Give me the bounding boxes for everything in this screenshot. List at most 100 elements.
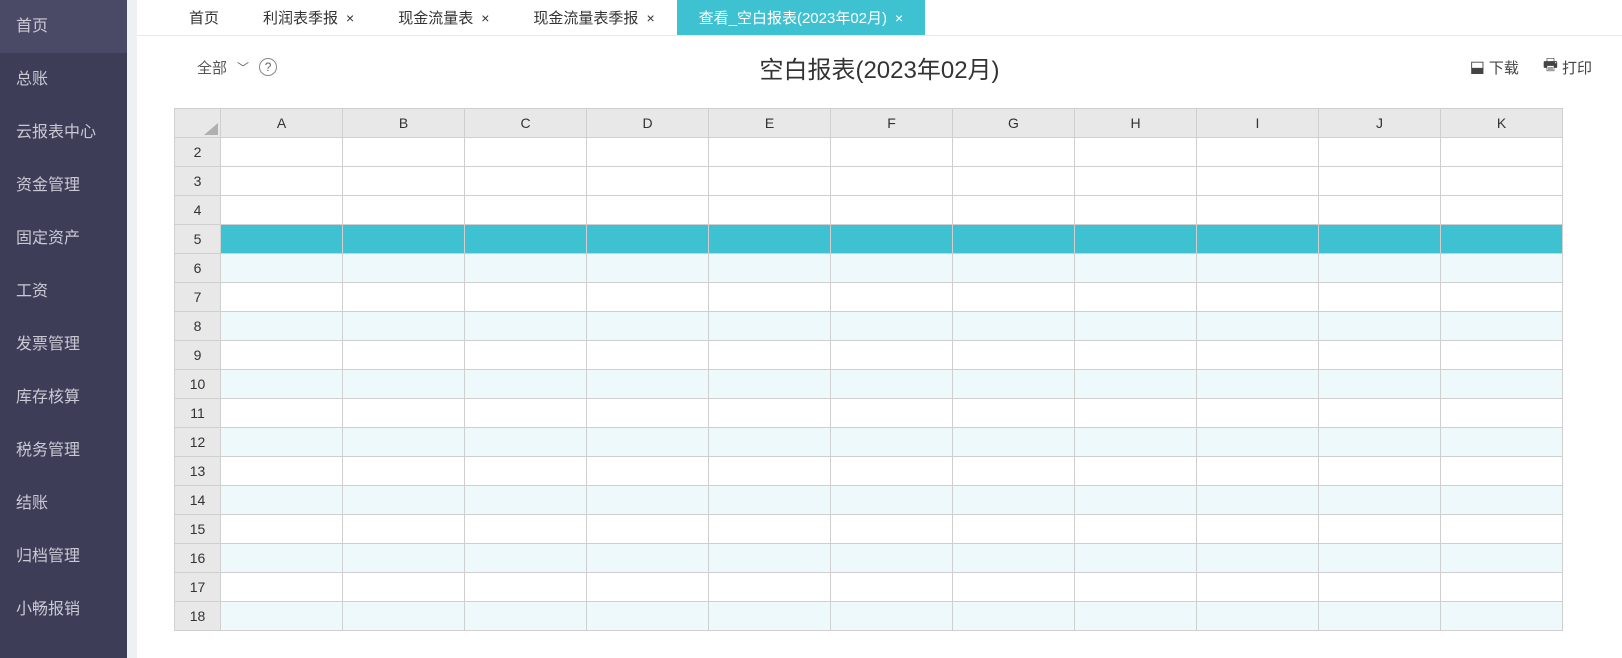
cell[interactable] (1197, 515, 1319, 544)
row-header[interactable]: 7 (175, 283, 221, 312)
cell[interactable] (221, 196, 343, 225)
cell[interactable] (1319, 370, 1441, 399)
cell[interactable] (1197, 370, 1319, 399)
tab-profit-quarterly[interactable]: 利润表季报 × (241, 0, 376, 35)
cell[interactable] (221, 486, 343, 515)
column-header[interactable]: F (831, 109, 953, 138)
cell[interactable] (465, 573, 587, 602)
cell[interactable] (709, 312, 831, 341)
select-all-corner[interactable] (175, 109, 221, 138)
cell[interactable] (1075, 515, 1197, 544)
cell[interactable] (1197, 138, 1319, 167)
cell[interactable] (1075, 196, 1197, 225)
close-icon[interactable]: × (646, 11, 654, 25)
cell[interactable] (709, 254, 831, 283)
cell[interactable] (831, 341, 953, 370)
cell[interactable] (343, 399, 465, 428)
row-header[interactable]: 12 (175, 428, 221, 457)
cell[interactable] (1319, 486, 1441, 515)
cell[interactable] (587, 312, 709, 341)
close-icon[interactable]: × (481, 11, 489, 25)
tab-home[interactable]: 首页 (167, 0, 241, 35)
cell[interactable] (1197, 602, 1319, 631)
sidebar-item-salary[interactable]: 工资 (0, 265, 127, 318)
cell[interactable] (831, 515, 953, 544)
sidebar-item-report-center[interactable]: 云报表中心 (0, 106, 127, 159)
cell[interactable] (709, 225, 831, 254)
help-icon[interactable]: ? (259, 58, 277, 76)
cell[interactable] (1319, 399, 1441, 428)
cell[interactable] (1441, 312, 1563, 341)
cell[interactable] (1197, 341, 1319, 370)
cell[interactable] (221, 457, 343, 486)
row-header[interactable]: 5 (175, 225, 221, 254)
cell[interactable] (831, 225, 953, 254)
cell[interactable] (831, 370, 953, 399)
sidebar-item-expense[interactable]: 小畅报销 (0, 583, 127, 636)
cell[interactable] (221, 370, 343, 399)
cell[interactable] (831, 167, 953, 196)
cell[interactable] (1075, 138, 1197, 167)
cell[interactable] (1319, 515, 1441, 544)
cell[interactable] (221, 283, 343, 312)
sidebar-item-home[interactable]: 首页 (0, 0, 127, 53)
cell[interactable] (465, 196, 587, 225)
cell[interactable] (221, 515, 343, 544)
cell[interactable] (1075, 602, 1197, 631)
row-header[interactable]: 4 (175, 196, 221, 225)
sidebar-item-tax[interactable]: 税务管理 (0, 424, 127, 477)
cell[interactable] (1441, 196, 1563, 225)
cell[interactable] (1197, 486, 1319, 515)
cell[interactable] (953, 457, 1075, 486)
cell[interactable] (343, 428, 465, 457)
row-header[interactable]: 8 (175, 312, 221, 341)
close-icon[interactable]: × (346, 11, 354, 25)
cell[interactable] (587, 602, 709, 631)
cell[interactable] (465, 370, 587, 399)
cell[interactable] (831, 486, 953, 515)
cell[interactable] (1441, 486, 1563, 515)
cell[interactable] (1441, 573, 1563, 602)
row-header[interactable]: 18 (175, 602, 221, 631)
cell[interactable] (1441, 602, 1563, 631)
cell[interactable] (1197, 399, 1319, 428)
cell[interactable] (953, 544, 1075, 573)
sidebar-item-funds[interactable]: 资金管理 (0, 159, 127, 212)
cell[interactable] (587, 544, 709, 573)
cell[interactable] (953, 225, 1075, 254)
cell[interactable] (587, 341, 709, 370)
cell[interactable] (1441, 515, 1563, 544)
cell[interactable] (1197, 428, 1319, 457)
cell[interactable] (953, 399, 1075, 428)
sidebar-item-fixed-assets[interactable]: 固定资产 (0, 212, 127, 265)
cell[interactable] (587, 399, 709, 428)
cell[interactable] (709, 341, 831, 370)
cell[interactable] (831, 254, 953, 283)
cell[interactable] (831, 544, 953, 573)
cell[interactable] (1441, 370, 1563, 399)
cell[interactable] (1319, 312, 1441, 341)
cell[interactable] (1441, 167, 1563, 196)
cell[interactable] (1319, 602, 1441, 631)
cell[interactable] (587, 254, 709, 283)
cell[interactable] (343, 341, 465, 370)
cell[interactable] (1441, 457, 1563, 486)
cell[interactable] (343, 544, 465, 573)
cell[interactable] (831, 283, 953, 312)
cell[interactable] (221, 312, 343, 341)
cell[interactable] (587, 486, 709, 515)
cell[interactable] (343, 254, 465, 283)
cell[interactable] (1319, 573, 1441, 602)
cell[interactable] (1197, 254, 1319, 283)
cell[interactable] (1197, 225, 1319, 254)
cell[interactable] (953, 196, 1075, 225)
row-header[interactable]: 10 (175, 370, 221, 399)
cell[interactable] (709, 457, 831, 486)
cell[interactable] (343, 486, 465, 515)
cell[interactable] (1075, 370, 1197, 399)
cell[interactable] (465, 486, 587, 515)
cell[interactable] (1197, 573, 1319, 602)
cell[interactable] (1197, 196, 1319, 225)
cell[interactable] (587, 370, 709, 399)
column-header[interactable]: D (587, 109, 709, 138)
